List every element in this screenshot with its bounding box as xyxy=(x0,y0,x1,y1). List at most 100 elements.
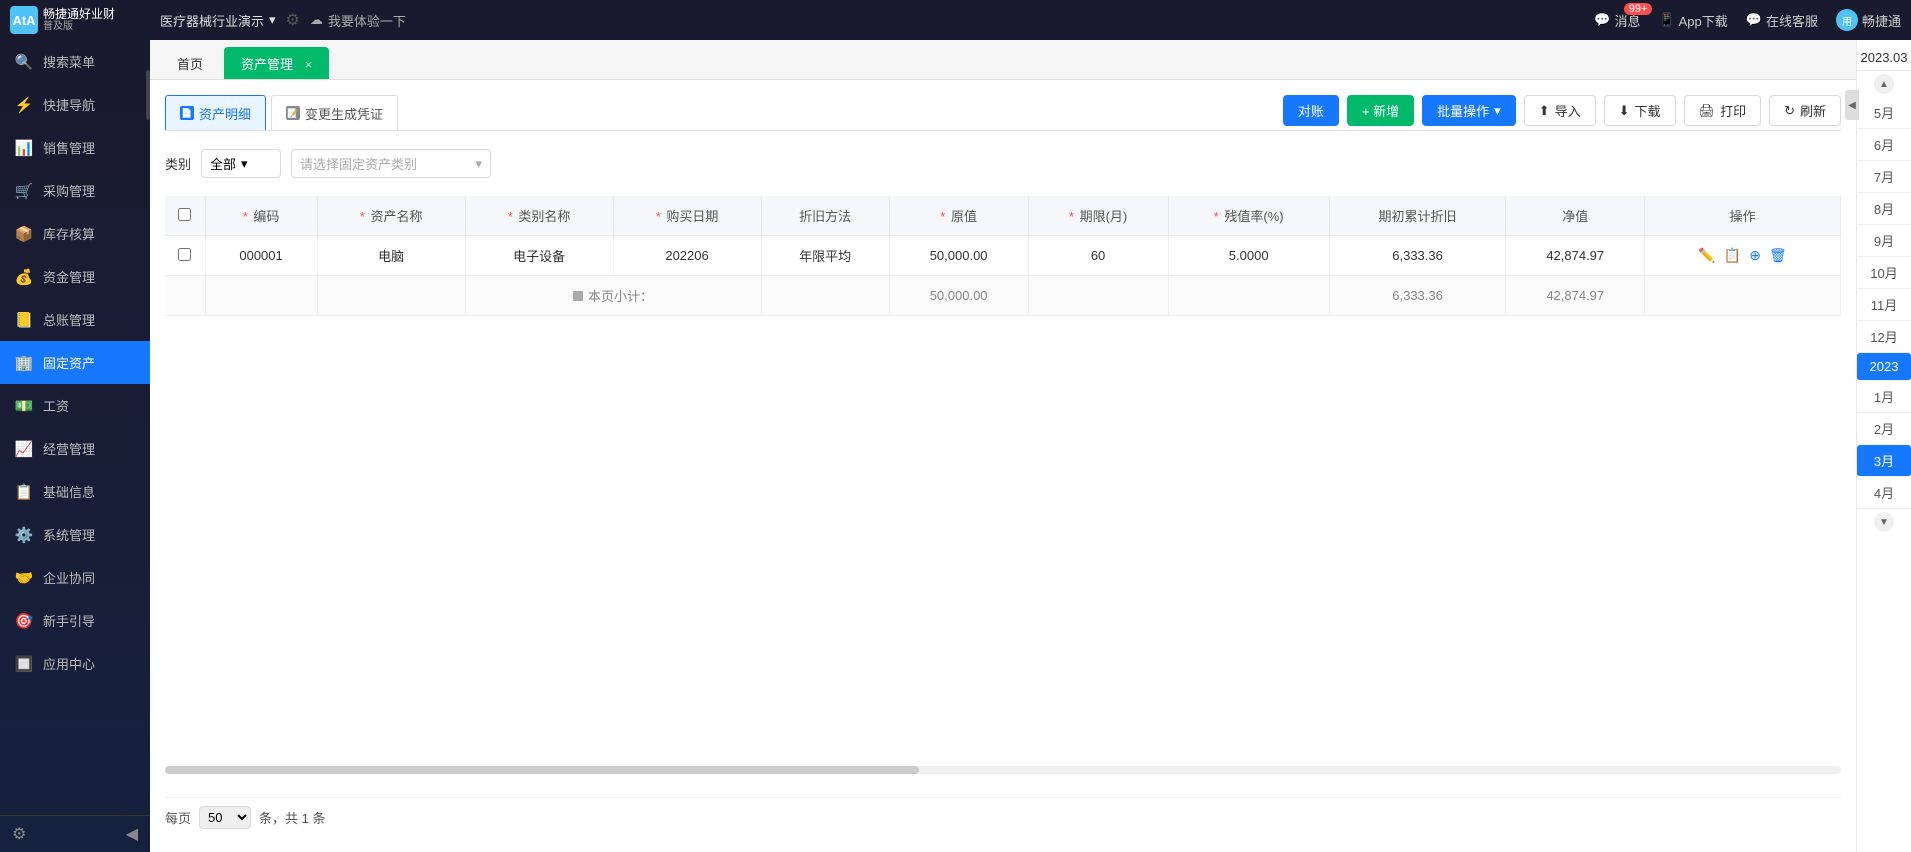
experience-btn[interactable]: ☁ 我要体验一下 xyxy=(310,11,406,30)
sidebar-item-basic[interactable]: 📋 基础信息 xyxy=(0,470,150,513)
refresh-btn[interactable]: ↻ 刷新 xyxy=(1769,95,1841,126)
sidebar-item-enterprise[interactable]: 🤝 企业协同 xyxy=(0,556,150,599)
apps-icon: 🔲 xyxy=(15,655,33,673)
account-btn[interactable]: 对账 xyxy=(1283,95,1339,126)
app-download-btn[interactable]: 📱 App下载 xyxy=(1658,11,1727,30)
new-btn[interactable]: + 新增 xyxy=(1347,95,1414,126)
tab-bar: 首页 资产管理 × xyxy=(150,40,1856,80)
col-checkbox xyxy=(165,196,205,236)
sidebar-bottom: ⚙ ◀ xyxy=(0,815,150,852)
company-selector[interactable]: 医疗器械行业演示 ▾ xyxy=(160,11,276,30)
table-row: 000001 电脑 电子设备 202206 年限平均 50,000.00 60 … xyxy=(165,236,1841,276)
row-select-checkbox[interactable] xyxy=(178,248,191,261)
cal-month-1[interactable]: 1月 xyxy=(1857,381,1911,413)
search-icon: 🔍 xyxy=(15,53,33,71)
category-name-select[interactable]: 请选择固定资产类别 ▾ xyxy=(291,149,491,178)
sub-tab-change-voucher[interactable]: 📝 变更生成凭证 xyxy=(271,95,398,130)
sidebar-item-purchase[interactable]: 🛒 采购管理 xyxy=(0,169,150,212)
operations-icon: 📈 xyxy=(15,440,33,458)
row-actions: ✏️ 📋 ⊕ 🗑 xyxy=(1645,236,1841,276)
batch-btn[interactable]: 批量操作 ▾ xyxy=(1422,95,1516,126)
content-area: 首页 资产管理 × 📄 资产明细 📝 变更生成凭证 xyxy=(150,40,1856,852)
main-layout: 🔍 搜索菜单 ⚡ 快捷导航 📊 销售管理 🛒 采购管理 📦 库存核算 💰 xyxy=(0,40,1911,852)
cal-month-4[interactable]: 4月 xyxy=(1857,477,1911,509)
col-original-value: * 原值 xyxy=(889,196,1028,236)
enterprise-icon: 🤝 xyxy=(15,569,33,587)
sub-tab-asset-detail[interactable]: 📄 资产明细 xyxy=(165,95,266,130)
payroll-icon: 💵 xyxy=(15,397,33,415)
tab-home[interactable]: 首页 xyxy=(160,47,220,79)
quicknav-icon: ⚡ xyxy=(15,96,33,114)
download-btn[interactable]: ⬇ 下载 xyxy=(1604,95,1676,126)
cal-month-9[interactable]: 9月 xyxy=(1857,225,1911,257)
settings-icon[interactable]: ⚙ xyxy=(12,824,26,844)
row-period: 60 xyxy=(1028,236,1168,276)
inventory-icon: 📦 xyxy=(15,225,33,243)
table-wrapper: * 编码 * 资产名称 * 类别名称 xyxy=(165,196,1841,751)
sidebar-item-sales[interactable]: 📊 销售管理 xyxy=(0,126,150,169)
cal-month-8[interactable]: 8月 xyxy=(1857,193,1911,225)
category-type-select[interactable]: 全部 ▾ xyxy=(201,149,281,178)
sidebar-item-ledger[interactable]: 📒 总账管理 xyxy=(0,298,150,341)
right-calendar-panel: 2023.03 ◀ ▲ 5月 6月 7月 8月 9月 10月 11月 12月 2… xyxy=(1856,40,1911,852)
row-code: 000001 xyxy=(205,236,317,276)
sidebar-item-assets[interactable]: 🏢 固定资产 xyxy=(0,341,150,384)
sidebar-item-funds[interactable]: 💰 资金管理 xyxy=(0,255,150,298)
messages-btn[interactable]: 💬 消息 99+ xyxy=(1594,11,1640,30)
funds-icon: 💰 xyxy=(15,268,33,286)
delete-icon[interactable]: 🗑 xyxy=(1769,247,1787,264)
cal-month-3-current[interactable]: 3月 xyxy=(1857,445,1911,477)
cal-month-5[interactable]: 5月 xyxy=(1857,97,1911,129)
sidebar-item-system[interactable]: ⚙️ 系统管理 xyxy=(0,513,150,556)
filter-row: 类别 全部 ▾ 请选择固定资产类别 ▾ xyxy=(165,149,1841,178)
horizontal-scrollbar[interactable] xyxy=(165,766,1841,779)
sidebar-item-inventory[interactable]: 📦 库存核算 xyxy=(0,212,150,255)
tab-close-icon[interactable]: × xyxy=(305,57,313,72)
row-initial-depreciation: 6,333.36 xyxy=(1329,236,1505,276)
guide-icon: 🎯 xyxy=(15,612,33,630)
subtotal-original-value: 50,000.00 xyxy=(889,276,1028,316)
cal-month-6[interactable]: 6月 xyxy=(1857,129,1911,161)
pagination: 每页 10 20 50 100 条，共 1 条 xyxy=(165,797,1841,837)
asset-table: * 编码 * 资产名称 * 类别名称 xyxy=(165,196,1841,316)
more-icon[interactable]: ⊕ xyxy=(1749,247,1761,264)
cal-year-marker[interactable]: 2023 xyxy=(1857,353,1911,381)
col-net-value: 净值 xyxy=(1506,196,1645,236)
calendar-scroll-up[interactable]: ▲ xyxy=(1874,74,1894,94)
basic-icon: 📋 xyxy=(15,483,33,501)
row-category-name: 电子设备 xyxy=(465,236,613,276)
collapse-icon[interactable]: ◀ xyxy=(126,824,138,844)
col-depreciation-method: 折旧方法 xyxy=(761,196,889,236)
cal-month-11[interactable]: 11月 xyxy=(1857,289,1911,321)
col-purchase-date: * 购买日期 xyxy=(613,196,761,236)
import-btn[interactable]: ⬆ 导入 xyxy=(1524,95,1596,126)
tab-asset-manage[interactable]: 资产管理 × xyxy=(224,47,329,79)
change-voucher-tab-icon: 📝 xyxy=(286,106,300,120)
copy-icon[interactable]: 📋 xyxy=(1724,247,1741,264)
logo: AtA 畅捷通好业财 普及版 xyxy=(10,6,140,34)
top-bar-center: 医疗器械行业演示 ▾ ⚙ ☁ 我要体验一下 xyxy=(160,10,1594,30)
sidebar-item-payroll[interactable]: 💵 工资 xyxy=(0,384,150,427)
cal-month-10[interactable]: 10月 xyxy=(1857,257,1911,289)
ledger-icon: 📒 xyxy=(15,311,33,329)
edit-icon[interactable]: ✏️ xyxy=(1698,247,1715,264)
sidebar-item-search[interactable]: 🔍 搜索菜单 xyxy=(0,40,150,83)
cal-month-12[interactable]: 12月 xyxy=(1857,321,1911,353)
user-avatar[interactable]: 用 畅捷通 xyxy=(1836,9,1901,31)
print-btn[interactable]: 🖨 打印 xyxy=(1684,95,1762,126)
select-all-checkbox[interactable] xyxy=(178,208,191,221)
sidebar-item-operations[interactable]: 📈 经营管理 xyxy=(0,427,150,470)
customer-service-btn[interactable]: 💬 在线客服 xyxy=(1746,11,1818,30)
calendar-scroll-down[interactable]: ▼ xyxy=(1874,512,1894,532)
per-page-select[interactable]: 10 20 50 100 xyxy=(199,806,251,829)
col-action: 操作 xyxy=(1645,196,1841,236)
app-edition: 普及版 xyxy=(43,21,115,33)
cal-month-2[interactable]: 2月 xyxy=(1857,413,1911,445)
sidebar-item-quicknav[interactable]: ⚡ 快捷导航 xyxy=(0,83,150,126)
calendar-toggle[interactable]: ◀ xyxy=(1845,90,1859,120)
subtotal-initial-depreciation: 6,333.36 xyxy=(1329,276,1505,316)
sidebar-item-guide[interactable]: 🎯 新手引导 xyxy=(0,599,150,642)
cal-month-7[interactable]: 7月 xyxy=(1857,161,1911,193)
sidebar-item-apps[interactable]: 🔲 应用中心 xyxy=(0,642,150,685)
sidebar: 🔍 搜索菜单 ⚡ 快捷导航 📊 销售管理 🛒 采购管理 📦 库存核算 💰 xyxy=(0,40,150,852)
